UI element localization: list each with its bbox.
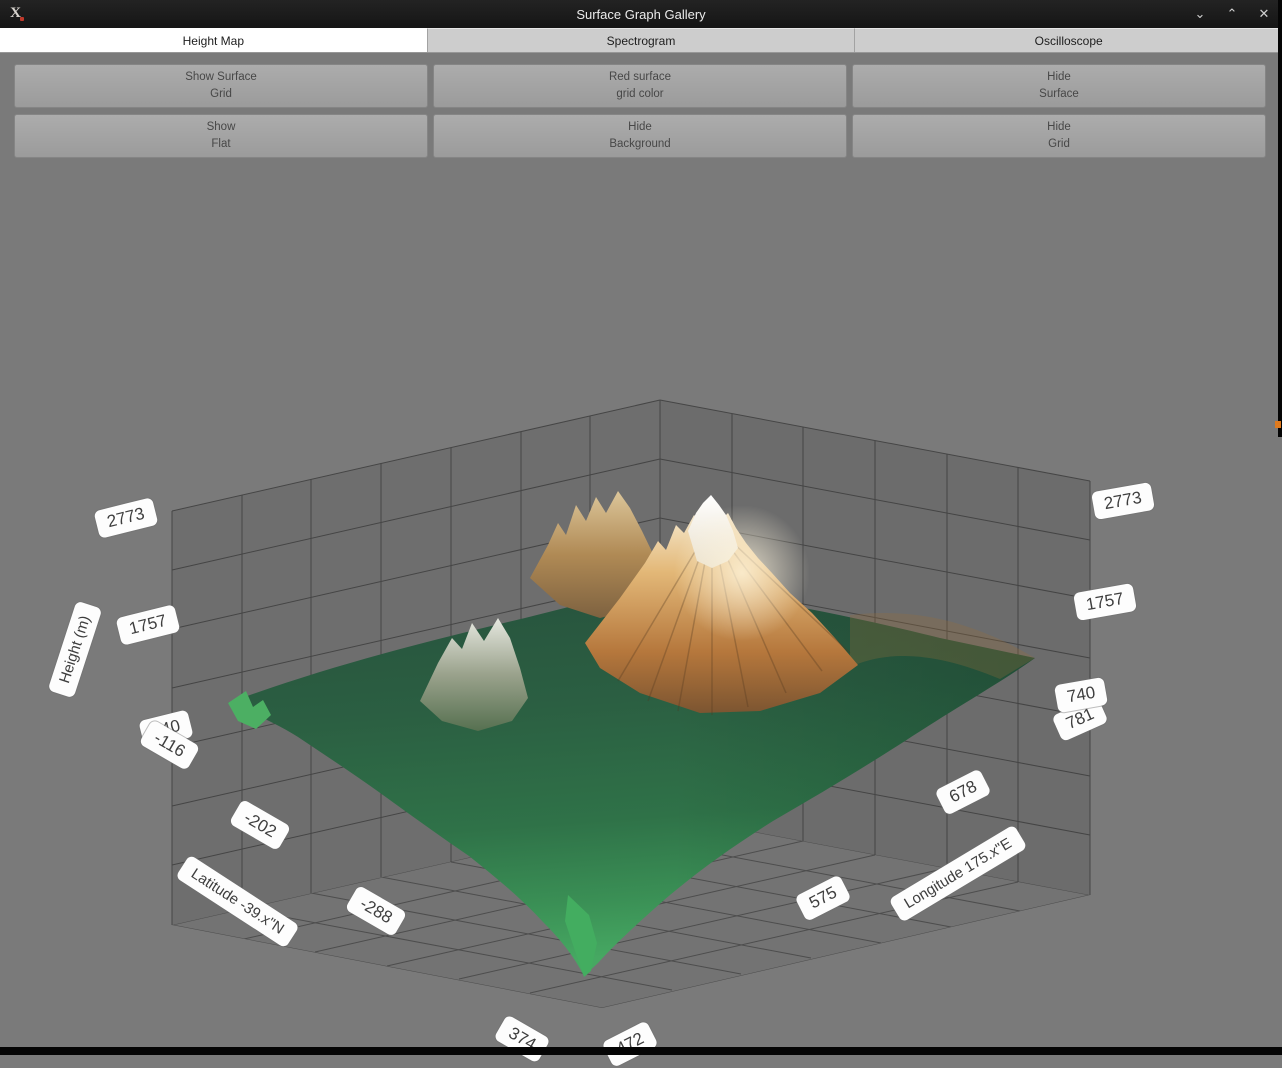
chevron-down-icon[interactable]: ⌄: [1192, 0, 1208, 28]
desktop-edge-strip: [1278, 0, 1282, 437]
show-surface-grid-button[interactable]: Show Surface Grid: [14, 64, 428, 108]
toolbar: Show Surface Grid Red surface grid color…: [14, 64, 1266, 158]
close-icon[interactable]: ✕: [1256, 0, 1272, 28]
button-label: Flat: [211, 136, 230, 153]
bottom-screen-edge: [0, 1047, 1282, 1055]
chevron-up-icon[interactable]: ⌃: [1224, 0, 1240, 28]
button-label: Grid: [210, 86, 232, 103]
button-label: grid color: [616, 86, 663, 103]
button-label: Hide: [1047, 119, 1071, 136]
surface-plot-viewport[interactable]: [0, 53, 1282, 1055]
height-map-pane: Show Surface Grid Red surface grid color…: [0, 53, 1282, 1055]
button-label: Red surface: [609, 69, 671, 86]
hide-surface-button[interactable]: Hide Surface: [852, 64, 1266, 108]
button-label: Hide: [628, 119, 652, 136]
button-label: Grid: [1048, 136, 1070, 153]
window-titlebar: X Surface Graph Gallery ⌄ ⌃ ✕: [0, 0, 1282, 28]
surface-grid-color-button[interactable]: Red surface grid color: [433, 64, 847, 108]
hide-grid-button[interactable]: Hide Grid: [852, 114, 1266, 158]
tab-spectrogram[interactable]: Spectrogram: [428, 28, 856, 52]
button-label: Show: [207, 119, 236, 136]
button-label: Show Surface: [185, 69, 257, 86]
button-label: Surface: [1039, 86, 1079, 103]
slope-highlight: [674, 505, 810, 641]
tab-height-map[interactable]: Height Map: [0, 28, 428, 52]
desktop-edge-indicator: [1275, 421, 1281, 428]
show-flat-button[interactable]: Show Flat: [14, 114, 428, 158]
hide-background-button[interactable]: Hide Background: [433, 114, 847, 158]
button-label: Background: [609, 136, 670, 153]
button-label: Hide: [1047, 69, 1071, 86]
window-title: Surface Graph Gallery: [0, 7, 1282, 22]
tab-bar: Height Map Spectrogram Oscilloscope: [0, 28, 1282, 53]
tab-oscilloscope[interactable]: Oscilloscope: [855, 28, 1282, 52]
